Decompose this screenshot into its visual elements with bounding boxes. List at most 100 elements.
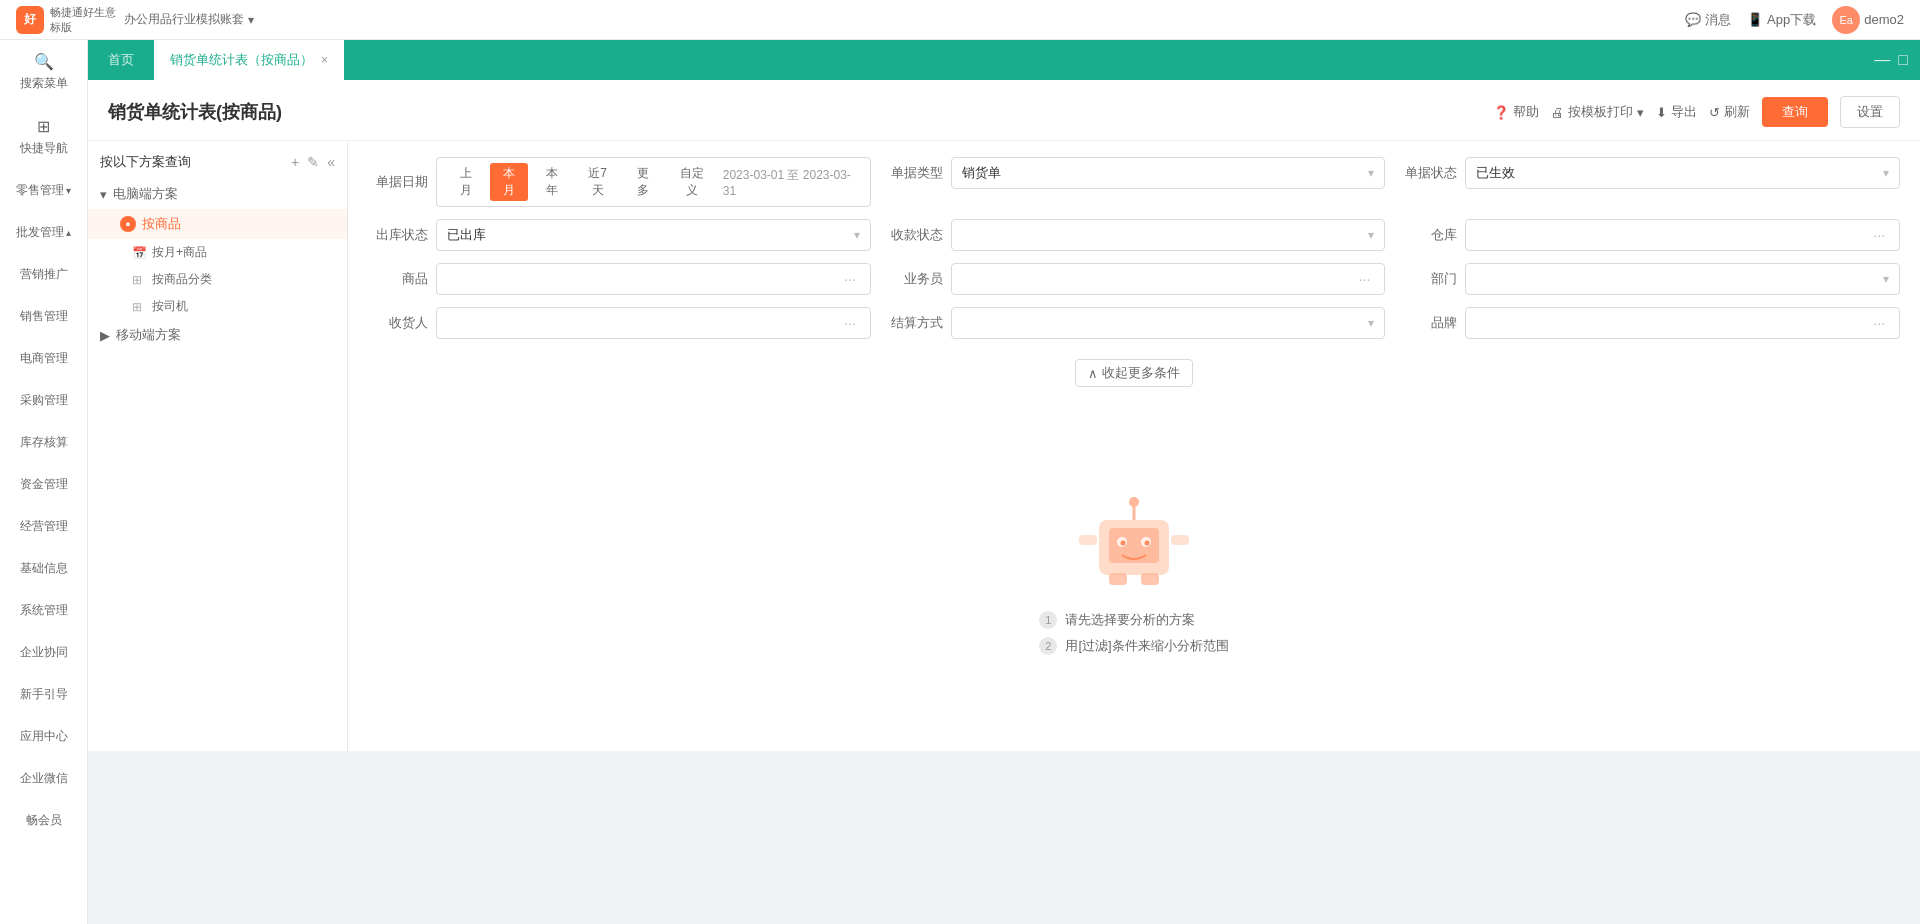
grid2-icon: ⊞ xyxy=(132,300,146,314)
sidebar-item-ecommerce[interactable]: 电商管理 xyxy=(0,338,87,380)
doc-status-select[interactable]: 已生效 ▾ xyxy=(1465,157,1900,189)
date-btn-last-month[interactable]: 上月 xyxy=(447,163,486,201)
left-panel: 按以下方案查询 + ✎ « ▾ xyxy=(88,141,348,751)
sidebar-item-member[interactable]: 畅会员 xyxy=(0,800,87,842)
status-label: 单据状态 xyxy=(1397,164,1457,182)
workspace-selector[interactable]: 办公用品行业模拟账套 ▾ xyxy=(124,11,254,28)
scheme-item-by-goods[interactable]: ● 按商品 xyxy=(88,209,347,239)
scheme-item-by-driver[interactable]: ⊞ 按司机 xyxy=(88,293,347,320)
date-picker[interactable]: 上月 本月 本年 近7天 更多 自定义 2023-03-01 至 2023-03… xyxy=(436,157,871,207)
date-btn-this-month[interactable]: 本月 xyxy=(490,163,529,201)
svg-point-5 xyxy=(1145,541,1150,546)
logo-icon: 好 xyxy=(16,6,44,34)
staff-select[interactable]: ··· xyxy=(951,263,1386,295)
page-header: 销货单统计表(按商品) ❓ 帮助 🖨 按模板打印 ▾ xyxy=(88,80,1920,141)
export-btn[interactable]: ⬇ 导出 xyxy=(1656,103,1697,121)
collapse-row: ∧ 收起更多条件 xyxy=(368,351,1900,395)
collapse-panel-btn[interactable]: « xyxy=(327,154,335,170)
date-btn-more[interactable]: 更多 xyxy=(624,163,663,201)
out-status-select[interactable]: 已出库 ▾ xyxy=(436,219,871,251)
date-btn-custom[interactable]: 自定义 xyxy=(667,163,717,201)
date-btn-7days[interactable]: 近7天 xyxy=(575,163,620,201)
refresh-btn[interactable]: ↺ 刷新 xyxy=(1709,103,1750,121)
collapse-filters-btn[interactable]: ∧ 收起更多条件 xyxy=(1075,359,1193,387)
sidebar-item-marketing[interactable]: 营销推广 xyxy=(0,254,87,296)
tab-label: 销货单统计表（按商品） xyxy=(170,51,313,69)
edit-scheme-btn[interactable]: ✎ xyxy=(307,154,319,170)
doc-type-select[interactable]: 销货单 ▾ xyxy=(951,157,1386,189)
sidebar-item-system[interactable]: 系统管理 xyxy=(0,590,87,632)
user-menu[interactable]: Ea demo2 xyxy=(1832,6,1904,34)
chevron-down-icon: ▾ xyxy=(248,13,254,27)
app-download-btn[interactable]: 📱 App下载 xyxy=(1747,11,1816,29)
add-scheme-btn[interactable]: + xyxy=(291,154,299,170)
sidebar-item-wholesale[interactable]: 批发管理 ▴ xyxy=(0,212,87,254)
print-btn[interactable]: 🖨 按模板打印 ▾ xyxy=(1551,103,1644,121)
empty-state: 1 请先选择要分析的方案 2 用[过滤]条件来缩小分析范围 xyxy=(368,395,1900,735)
tip-text-1: 请先选择要分析的方案 xyxy=(1065,611,1195,629)
scheme-item-by-category[interactable]: ⊞ 按商品分类 xyxy=(88,266,347,293)
receive-status-select[interactable]: ▾ xyxy=(951,219,1386,251)
svg-rect-8 xyxy=(1079,535,1097,545)
settlement-select[interactable]: ▾ xyxy=(951,307,1386,339)
goods-select[interactable]: ··· xyxy=(436,263,871,295)
sidebar-item-retail[interactable]: 零售管理 ▾ xyxy=(0,170,87,212)
dept-label: 部门 xyxy=(1397,270,1457,288)
help-btn[interactable]: ❓ 帮助 xyxy=(1493,103,1539,121)
type-label: 单据类型 xyxy=(883,164,943,182)
chevron-down-icon5: ▾ xyxy=(1883,272,1889,286)
page-actions: ❓ 帮助 🖨 按模板打印 ▾ ⬇ 导出 xyxy=(1493,96,1900,128)
tab-minimize-btn[interactable]: — xyxy=(1874,51,1890,69)
warehouse-select[interactable]: ··· xyxy=(1465,219,1900,251)
setting-button[interactable]: 设置 xyxy=(1840,96,1900,128)
sidebar-item-quicknav[interactable]: ⊞ 快捷导航 xyxy=(0,105,87,170)
sidebar-item-newbie[interactable]: 新手引导 xyxy=(0,674,87,716)
empty-svg xyxy=(1074,480,1194,590)
dept-select[interactable]: ▾ xyxy=(1465,263,1900,295)
receiver-label: 收货人 xyxy=(368,314,428,332)
query-button[interactable]: 查询 xyxy=(1762,97,1828,127)
calendar-icon: 📅 xyxy=(132,246,146,260)
sidebar-item-operation[interactable]: 经营管理 xyxy=(0,506,87,548)
tab-close-btn[interactable]: × xyxy=(321,53,328,67)
sidebar-item-corp-wechat[interactable]: 企业微信 xyxy=(0,758,87,800)
right-panel: 单据日期 上月 本月 本年 近7天 更多 自定义 xyxy=(348,141,1920,751)
chevron-up-icon: ▴ xyxy=(66,227,71,238)
brand-select[interactable]: ··· xyxy=(1465,307,1900,339)
status-value: 已生效 xyxy=(1476,164,1515,182)
scheme-group-pc-header[interactable]: ▾ 电脑端方案 xyxy=(88,179,347,209)
scheme-group-mobile: ▶ 移动端方案 xyxy=(88,320,347,350)
chevron-down-icon3: ▾ xyxy=(854,228,860,242)
filter-doc-type: 单据类型 销货单 ▾ xyxy=(883,157,1386,189)
tab-maximize-btn[interactable]: □ xyxy=(1898,51,1908,69)
filter-date: 单据日期 上月 本月 本年 近7天 更多 自定义 xyxy=(368,157,871,207)
staff-label: 业务员 xyxy=(883,270,943,288)
print-dropdown-icon: ▾ xyxy=(1637,105,1644,120)
svg-rect-9 xyxy=(1171,535,1189,545)
tip-num-2: 2 xyxy=(1039,637,1057,655)
tab-home[interactable]: 首页 xyxy=(88,40,154,80)
left-panel-header: 按以下方案查询 + ✎ « xyxy=(88,153,347,179)
sidebar-item-purchase[interactable]: 采购管理 xyxy=(0,380,87,422)
date-label: 单据日期 xyxy=(368,173,428,191)
empty-tip-2: 2 用[过滤]条件来缩小分析范围 xyxy=(1039,637,1228,655)
sidebar-item-inventory[interactable]: 库存核算 xyxy=(0,422,87,464)
sidebar-item-search[interactable]: 🔍 搜索菜单 xyxy=(0,40,87,105)
sidebar-item-finance[interactable]: 资金管理 xyxy=(0,464,87,506)
messages-btn[interactable]: 💬 消息 xyxy=(1685,11,1731,29)
sidebar: 🔍 搜索菜单 ⊞ 快捷导航 零售管理 ▾ 批发管理 ▴ 营销推广 xyxy=(0,40,88,924)
page-content: 销货单统计表(按商品) ❓ 帮助 🖨 按模板打印 ▾ xyxy=(88,80,1920,924)
tab-active[interactable]: 销货单统计表（按商品） × xyxy=(154,40,344,80)
chevron-down-icon4: ▾ xyxy=(1368,228,1374,242)
quicknav-icon: ⊞ xyxy=(37,117,50,136)
sidebar-item-sales[interactable]: 销售管理 xyxy=(0,296,87,338)
scheme-group-mobile-header[interactable]: ▶ 移动端方案 xyxy=(88,320,347,350)
date-btn-this-year[interactable]: 本年 xyxy=(532,163,571,201)
sidebar-item-apps[interactable]: 应用中心 xyxy=(0,716,87,758)
sidebar-item-enterprise[interactable]: 企业协同 xyxy=(0,632,87,674)
scheme-item-by-month-goods[interactable]: 📅 按月+商品 xyxy=(88,239,347,266)
sidebar-item-basic[interactable]: 基础信息 xyxy=(0,548,87,590)
tip-text-2: 用[过滤]条件来缩小分析范围 xyxy=(1065,637,1228,655)
receiver-select[interactable]: ··· xyxy=(436,307,871,339)
filter-row-2: 出库状态 已出库 ▾ 收款状态 xyxy=(368,219,1900,251)
